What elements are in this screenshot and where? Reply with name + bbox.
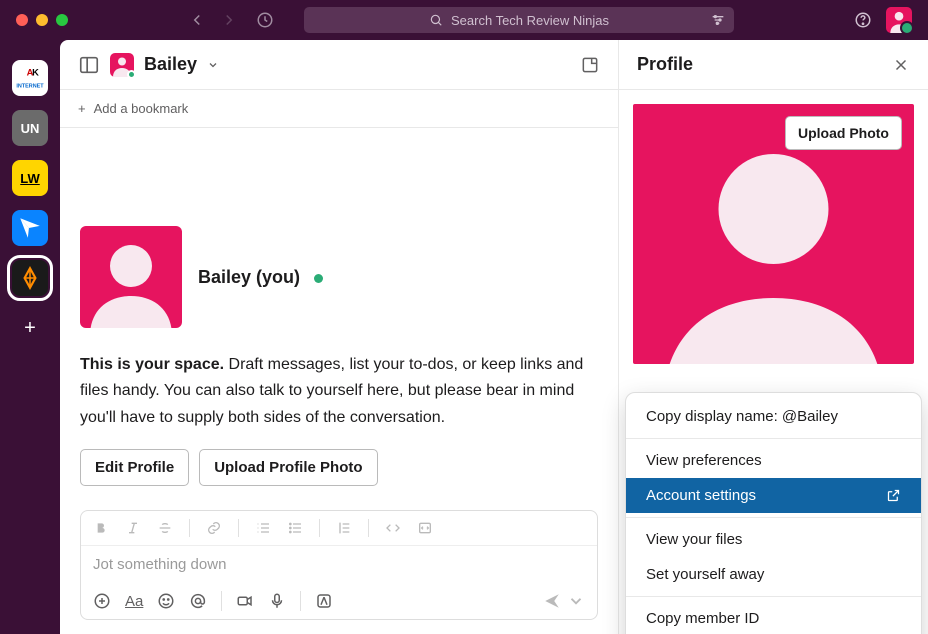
external-link-icon bbox=[886, 488, 901, 503]
filter-icon[interactable] bbox=[710, 12, 726, 28]
send-icon[interactable] bbox=[543, 592, 561, 610]
svg-text:K: K bbox=[32, 68, 39, 78]
titlebar: Search Tech Review Ninjas bbox=[0, 0, 928, 40]
message-composer: Jot something down Aa bbox=[80, 510, 598, 620]
add-bookmark-button[interactable]: Add a bookmark bbox=[94, 101, 189, 116]
chat-header: Bailey bbox=[60, 40, 618, 90]
self-display-name: Bailey (you) bbox=[198, 267, 300, 287]
codeblock-icon[interactable] bbox=[417, 520, 433, 536]
close-icon[interactable] bbox=[892, 56, 910, 74]
shortcuts-icon[interactable] bbox=[315, 592, 333, 610]
dm-intro: Bailey (you) bbox=[80, 226, 598, 328]
edit-profile-button[interactable]: Edit Profile bbox=[80, 449, 189, 486]
dm-title[interactable]: Bailey bbox=[144, 54, 197, 75]
svg-text:INTERNET: INTERNET bbox=[16, 83, 44, 89]
canvas-icon[interactable] bbox=[580, 55, 600, 75]
add-workspace-button[interactable]: + bbox=[12, 310, 48, 346]
back-icon[interactable] bbox=[188, 11, 206, 29]
sidebar-toggle-icon[interactable] bbox=[78, 54, 100, 76]
workspace-item[interactable]: UN bbox=[12, 110, 48, 146]
workspace-item-active[interactable] bbox=[12, 260, 48, 296]
user-avatar[interactable] bbox=[886, 7, 912, 33]
menu-copy-display-name[interactable]: Copy display name: @Bailey bbox=[626, 399, 921, 434]
dm-avatar-icon bbox=[110, 53, 134, 77]
menu-account-settings[interactable]: Account settings bbox=[626, 478, 921, 513]
upload-photo-button[interactable]: Upload Photo bbox=[785, 116, 902, 150]
plus-icon[interactable]: + bbox=[78, 101, 86, 116]
profile-photo-large: Upload Photo bbox=[633, 104, 914, 364]
help-icon[interactable] bbox=[854, 11, 872, 29]
blockquote-icon[interactable] bbox=[336, 520, 352, 536]
chat-pane: Bailey + Add a bookmark Bailey (you) bbox=[60, 40, 618, 634]
video-icon[interactable] bbox=[236, 592, 254, 610]
minimize-window-icon[interactable] bbox=[36, 14, 48, 26]
workspace-item[interactable] bbox=[12, 210, 48, 246]
titlebar-right bbox=[854, 7, 912, 33]
text-format-icon[interactable]: Aa bbox=[125, 593, 143, 610]
format-toolbar bbox=[81, 511, 597, 546]
close-window-icon[interactable] bbox=[16, 14, 28, 26]
send-options-icon[interactable] bbox=[567, 592, 585, 610]
mic-icon[interactable] bbox=[268, 592, 286, 610]
menu-view-preferences[interactable]: View preferences bbox=[626, 443, 921, 478]
menu-copy-member-id[interactable]: Copy member ID bbox=[626, 601, 921, 634]
profile-pane: Profile Upload Photo Copy display name: … bbox=[618, 40, 928, 634]
link-icon[interactable] bbox=[206, 520, 222, 536]
composer-actions: Aa bbox=[81, 583, 597, 619]
strikethrough-icon[interactable] bbox=[157, 520, 173, 536]
italic-icon[interactable] bbox=[125, 520, 141, 536]
profile-header: Profile bbox=[619, 40, 928, 90]
workspace-rail: AKINTERNET UN LW + bbox=[0, 40, 60, 634]
space-description: This is your space. Draft messages, list… bbox=[80, 352, 598, 431]
code-icon[interactable] bbox=[385, 520, 401, 536]
profile-title: Profile bbox=[637, 54, 693, 75]
menu-view-files[interactable]: View your files bbox=[626, 522, 921, 557]
window-controls bbox=[16, 14, 68, 26]
history-icon[interactable] bbox=[256, 11, 274, 29]
nav-arrows bbox=[188, 11, 238, 29]
forward-icon[interactable] bbox=[220, 11, 238, 29]
self-avatar-large bbox=[80, 226, 182, 328]
attach-plus-icon[interactable] bbox=[93, 592, 111, 610]
mention-icon[interactable] bbox=[189, 592, 207, 610]
maximize-window-icon[interactable] bbox=[56, 14, 68, 26]
chevron-down-icon[interactable] bbox=[207, 59, 219, 71]
workspace-item[interactable]: LW bbox=[12, 160, 48, 196]
ordered-list-icon[interactable] bbox=[255, 520, 271, 536]
composer-input[interactable]: Jot something down bbox=[81, 546, 597, 583]
search-input[interactable]: Search Tech Review Ninjas bbox=[304, 7, 734, 33]
emoji-icon[interactable] bbox=[157, 592, 175, 610]
context-menu: Copy display name: @Bailey View preferen… bbox=[625, 392, 922, 634]
search-placeholder: Search Tech Review Ninjas bbox=[451, 13, 609, 28]
upload-profile-photo-button[interactable]: Upload Profile Photo bbox=[199, 449, 377, 486]
menu-set-away[interactable]: Set yourself away bbox=[626, 557, 921, 592]
status-active-icon bbox=[314, 274, 323, 283]
workspace-item[interactable]: AKINTERNET bbox=[12, 60, 48, 96]
bookmark-bar: + Add a bookmark bbox=[60, 90, 618, 128]
search-icon bbox=[429, 13, 443, 27]
bold-icon[interactable] bbox=[93, 520, 109, 536]
bullet-list-icon[interactable] bbox=[287, 520, 303, 536]
